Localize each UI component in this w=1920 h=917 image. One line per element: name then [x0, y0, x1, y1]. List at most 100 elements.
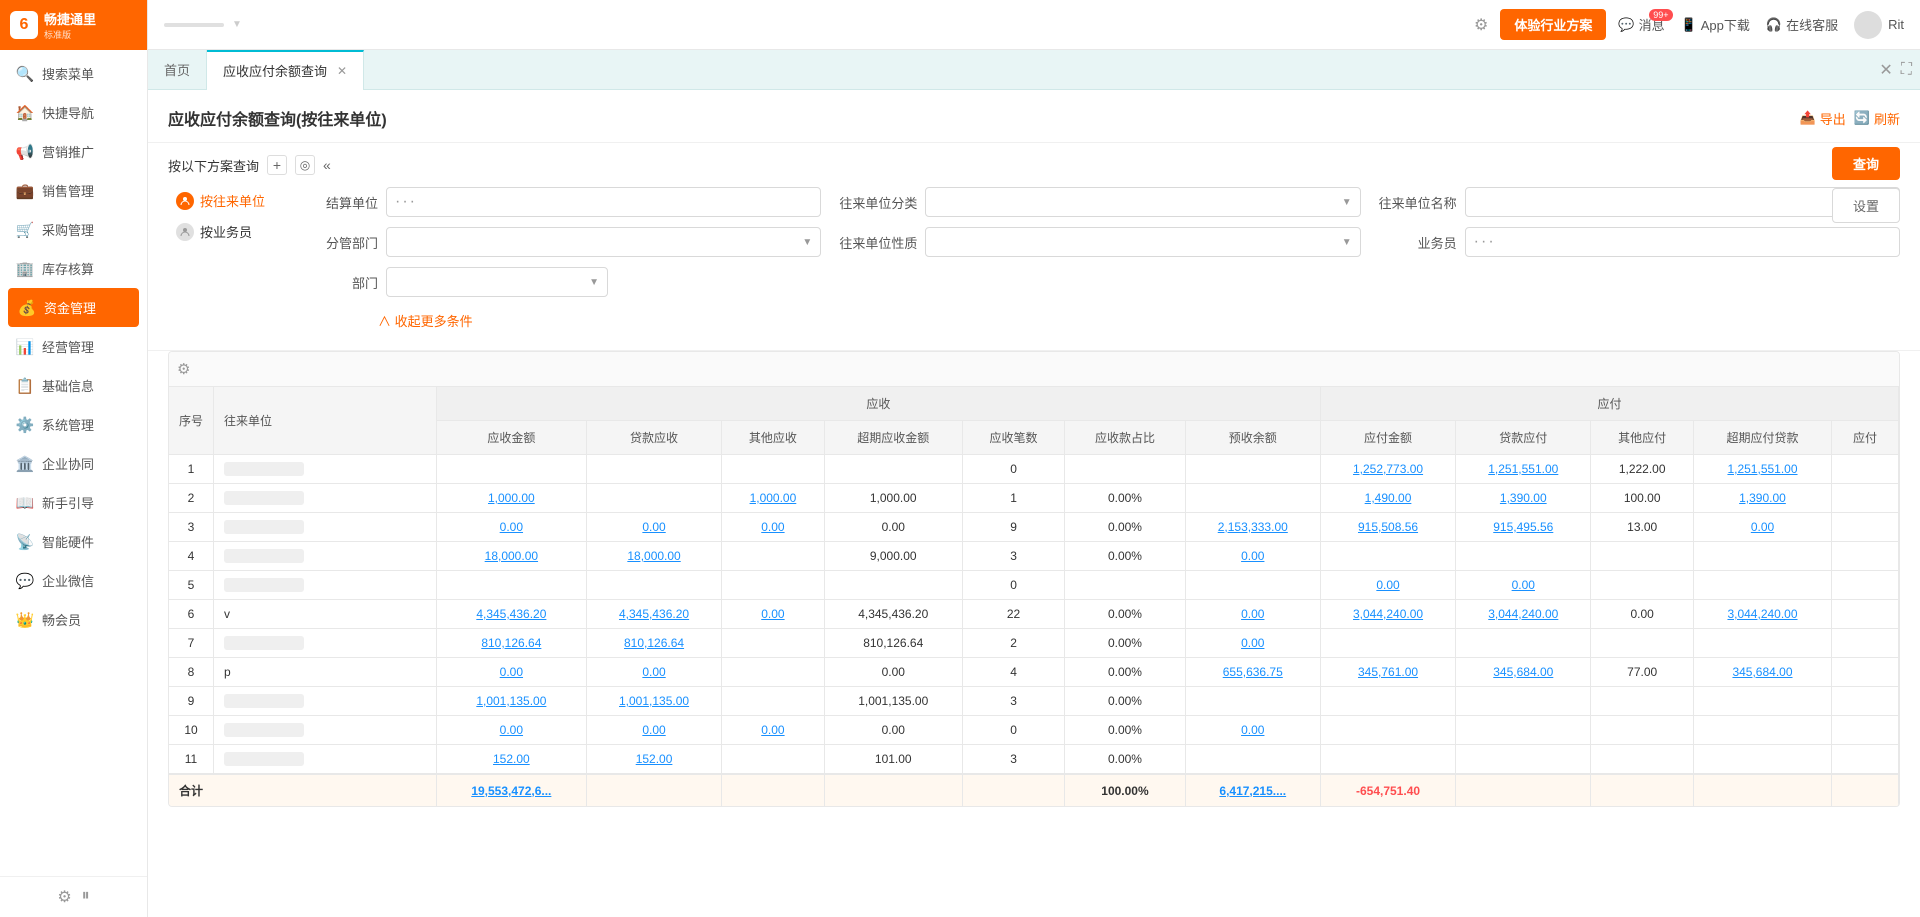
sidebar-item-finance[interactable]: 💰 资金管理	[8, 288, 139, 327]
tab-bar: 首页 应收应付余额查询 ✕ ✕ ⛶	[148, 50, 1920, 90]
header-settings-icon[interactable]: ⚙	[1474, 15, 1488, 35]
page-title: 应收应付余额查询(按往来单位)	[168, 106, 387, 130]
dropdown-arrow-icon: ▼	[1342, 237, 1352, 248]
by-staff-icon	[176, 223, 194, 241]
table-row: 91,001,135.001,001,135.001,001,135.0030.…	[169, 687, 1899, 716]
sidebar-item-marketing[interactable]: 📢 营销推广	[0, 132, 147, 171]
sidebar-item-label: 企业微信	[42, 571, 94, 590]
sidebar-item-operations[interactable]: 📊 经营管理	[0, 327, 147, 366]
sidebar-item-label: 销售管理	[42, 181, 94, 200]
partner-cell	[214, 571, 437, 600]
partner-category-input[interactable]: ▼	[925, 187, 1360, 217]
division-dept-input[interactable]: ▼	[386, 227, 821, 257]
partner-cell: p	[214, 658, 437, 687]
sidebar-item-wechat[interactable]: 💬 企业微信	[0, 561, 147, 600]
purchase-icon: 🛒	[16, 221, 34, 239]
salesperson-input[interactable]: ···	[1465, 227, 1900, 257]
sidebar-item-label: 搜索菜单	[42, 64, 94, 83]
collapse-more-button[interactable]: ∧ 收起更多条件	[378, 303, 1900, 338]
filter-header: 按以下方案查询 + ◎ «	[168, 155, 1900, 175]
breadcrumb-chevron-icon[interactable]: ▼	[232, 19, 242, 30]
footer-ar-prepay[interactable]: 6,417,215....	[1185, 774, 1320, 806]
table-scroll[interactable]: 序号 往来单位 应收 应付 应收金额 贷款应收 其他应收 超期应收金额 应收笔数	[169, 387, 1899, 806]
sidebar-settings-btn[interactable]: ⚙	[57, 887, 71, 907]
filter-schema-button[interactable]: ◎	[295, 155, 315, 175]
table-row: 21,000.001,000.001,000.0010.00%1,490.001…	[169, 484, 1899, 513]
sidebar-item-system[interactable]: ⚙️ 系统管理	[0, 405, 147, 444]
filter-tab-by-partner[interactable]: 按往来单位	[168, 187, 278, 214]
filter-collapse-button[interactable]: «	[323, 157, 331, 173]
partner-cell	[214, 513, 437, 542]
app-download-button[interactable]: 📱 App下载	[1681, 15, 1750, 34]
filter-group-tabs: 按往来单位 按业务员	[168, 187, 278, 326]
col-ap-amount-header: 应付金额	[1320, 421, 1455, 455]
avatar	[1854, 11, 1882, 39]
col-ar-other-header: 其他应收	[722, 421, 825, 455]
filter-action-buttons: 查询 设置	[1832, 143, 1900, 223]
query-button[interactable]: 查询	[1832, 147, 1900, 180]
sidebar-item-guide[interactable]: 📖 新手引导	[0, 483, 147, 522]
tab-close-icon[interactable]: ✕	[337, 64, 347, 78]
col-ar-count-header: 应收笔数	[962, 421, 1065, 455]
table-row: 101,252,773.001,251,551.001,222.001,251,…	[169, 455, 1899, 484]
sidebar-item-label: 营销推广	[42, 142, 94, 161]
breadcrumb-text	[164, 23, 224, 27]
col-ap-group-header: 应付	[1320, 387, 1898, 421]
col-ap-other-header: 其他应付	[1591, 421, 1694, 455]
filter-section: 按以下方案查询 + ◎ « 按往来单位	[148, 143, 1920, 351]
partner-cell: v	[214, 600, 437, 629]
partner-cell	[214, 745, 437, 775]
refresh-button[interactable]: 🔄 刷新	[1854, 109, 1900, 128]
message-button[interactable]: 💬 消息 99+	[1618, 15, 1664, 34]
sidebar-item-label: 库存核算	[42, 259, 94, 278]
sidebar-item-search[interactable]: 🔍 搜索菜单	[0, 54, 147, 93]
table-settings-icon[interactable]: ⚙	[177, 360, 190, 378]
sidebar-item-sales[interactable]: 💼 销售管理	[0, 171, 147, 210]
marketing-icon: 📢	[16, 143, 34, 161]
footer-ap-overdue	[1693, 774, 1831, 806]
guide-icon: 📖	[16, 494, 34, 512]
col-partner-header: 往来单位	[214, 387, 437, 455]
sidebar-item-quick-nav[interactable]: 🏠 快捷导航	[0, 93, 147, 132]
footer-ar-amount[interactable]: 19,553,472,6...	[436, 774, 586, 806]
tab-ar-ap[interactable]: 应收应付余额查询 ✕	[207, 50, 364, 90]
filter-row-2: 分管部门 ▼ 往来单位性质 ▼	[298, 227, 1900, 257]
wechat-icon: 💬	[16, 572, 34, 590]
table-section: ⚙ 序号 往来单位 应收 应付 应收金额	[148, 351, 1920, 827]
sidebar-menu: 🔍 搜索菜单 🏠 快捷导航 📢 营销推广 💼 销售管理 🛒 采购管理 🏢 库存核…	[0, 50, 147, 876]
partner-nature-input[interactable]: ▼	[925, 227, 1360, 257]
filter-field-division: 分管部门 ▼	[298, 227, 821, 257]
sidebar-item-enterprise[interactable]: 🏛️ 企业协同	[0, 444, 147, 483]
app-icon: 📱	[1681, 17, 1697, 33]
sidebar-item-label: 畅会员	[42, 610, 81, 629]
tab-home[interactable]: 首页	[148, 50, 207, 90]
filter-tab-by-staff[interactable]: 按业务员	[168, 218, 278, 245]
sidebar-item-smart-hw[interactable]: 📡 智能硬件	[0, 522, 147, 561]
sidebar-item-purchase[interactable]: 🛒 采购管理	[0, 210, 147, 249]
online-service-button[interactable]: 🎧 在线客服	[1766, 15, 1838, 34]
sidebar-item-basic-info[interactable]: 📋 基础信息	[0, 366, 147, 405]
sidebar-logo: 6 畅捷通里 标准版	[0, 0, 147, 50]
setting-button[interactable]: 设置	[1832, 188, 1900, 223]
footer-label: 合计	[169, 774, 436, 806]
footer-ar-overdue	[824, 774, 962, 806]
sidebar-collapse-btn[interactable]: ⏸	[82, 887, 90, 907]
filter-add-button[interactable]: +	[267, 155, 287, 175]
dept-input[interactable]: ▼	[386, 267, 608, 297]
partner-cell	[214, 542, 437, 571]
tab-fullscreen-icon[interactable]: ⛶	[1901, 61, 1912, 79]
solution-button[interactable]: 体验行业方案	[1500, 9, 1606, 40]
sidebar-item-member[interactable]: 👑 畅会员	[0, 600, 147, 639]
search-menu-icon: 🔍	[16, 65, 34, 83]
smart-hw-icon: 📡	[16, 533, 34, 551]
sidebar-item-label: 资金管理	[44, 298, 96, 317]
user-menu[interactable]: Rit	[1854, 11, 1904, 39]
filter-field-partner-name: 往来单位名称	[1377, 187, 1900, 217]
col-ar-group-header: 应收	[436, 387, 1320, 421]
export-button[interactable]: 📤 导出	[1800, 109, 1846, 128]
footer-ar-count	[962, 774, 1065, 806]
tab-close-all-icon[interactable]: ✕	[1879, 60, 1892, 80]
settlement-unit-input[interactable]: ···	[386, 187, 821, 217]
filter-row-3: 部门 ▼	[298, 267, 1900, 297]
sidebar-item-inventory[interactable]: 🏢 库存核算	[0, 249, 147, 288]
